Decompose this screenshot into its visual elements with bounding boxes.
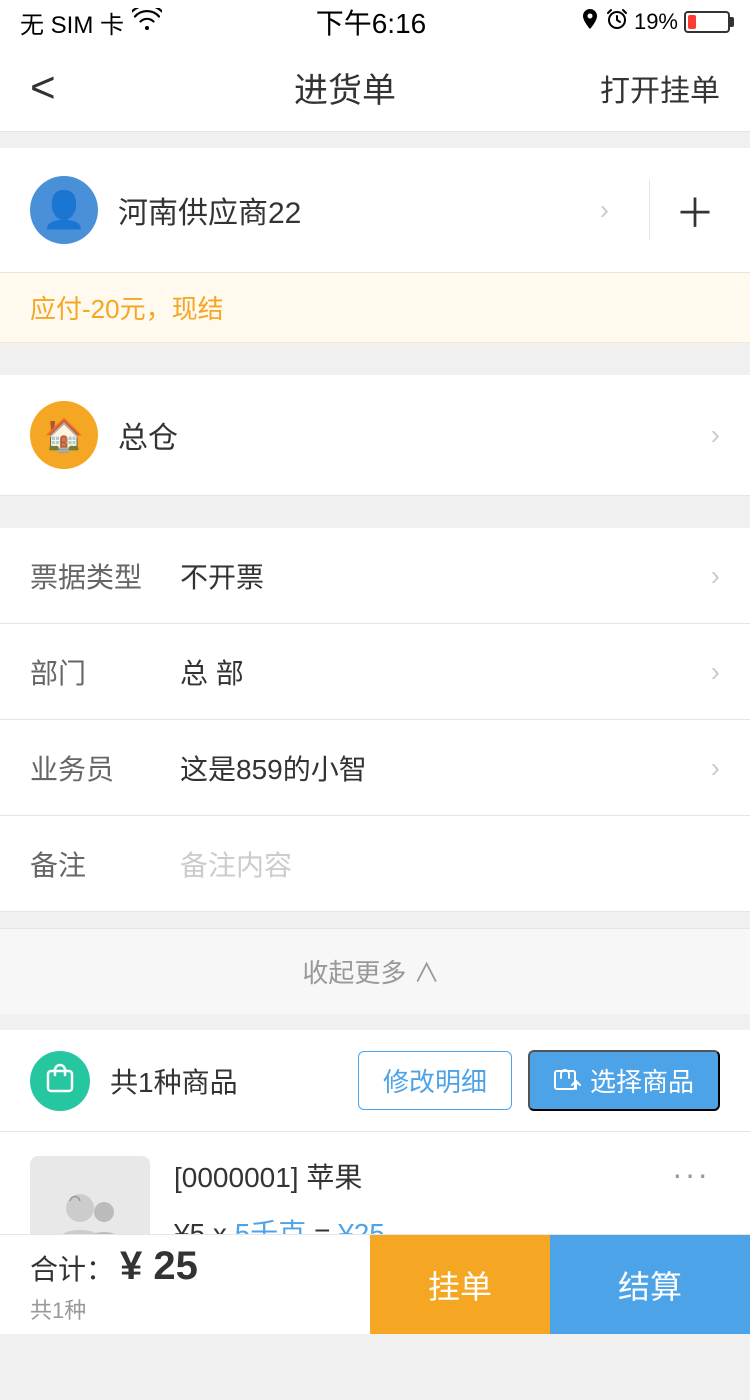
collapse-label: 收起更多 ∧ [302, 953, 439, 990]
goods-icon-wrap [30, 1051, 90, 1111]
remark-row[interactable]: 备注 备注内容 [0, 816, 750, 912]
back-button[interactable]: < [30, 63, 90, 113]
modify-detail-button[interactable]: 修改明细 [358, 1051, 512, 1110]
status-carrier: 无 SIM 卡 [20, 5, 162, 40]
wifi-icon [132, 8, 162, 37]
pend-label: 挂单 [428, 1262, 492, 1308]
page-title: 进货单 [294, 63, 396, 112]
sales-label: 业务员 [30, 748, 150, 788]
goods-header: 共1种商品 修改明细 选择商品 [0, 1030, 750, 1132]
warehouse-section: 🏠 总仓 › [0, 375, 750, 496]
warehouse-row[interactable]: 🏠 总仓 › [0, 375, 750, 496]
status-time: 下午6:16 [316, 2, 427, 42]
status-icons: 19% [580, 8, 730, 36]
choose-goods-label: 选择商品 [590, 1062, 694, 1099]
sales-value: 这是859的小智 [150, 748, 711, 788]
remark-input[interactable]: 备注内容 [150, 844, 720, 884]
invoice-chevron-icon: › [711, 560, 720, 592]
sales-chevron-icon: › [711, 752, 720, 784]
supplier-avatar: 👤 [30, 176, 98, 244]
shopping-bag-icon [44, 1061, 76, 1100]
supplier-chevron-icon: › [600, 194, 609, 226]
dept-value: 总 部 [150, 652, 711, 692]
checkout-label: 结算 [618, 1262, 682, 1308]
divider-3 [0, 496, 750, 512]
choose-goods-button[interactable]: 选择商品 [528, 1050, 720, 1111]
pend-button[interactable]: 挂单 [370, 1235, 550, 1334]
location-icon [580, 8, 600, 36]
collapse-row[interactable]: 收起更多 ∧ [0, 928, 750, 1014]
bottom-bar: 合计： ¥ 25 共1种 挂单 结算 [0, 1234, 750, 1334]
carrier-text: 无 SIM 卡 [20, 5, 124, 40]
supplier-section: 👤 河南供应商22 › ＋ 应付-20元，现结 [0, 148, 750, 343]
nav-bar: < 进货单 打开挂单 [0, 44, 750, 132]
sales-row[interactable]: 业务员 这是859的小智 › [0, 720, 750, 816]
battery-icon [684, 11, 730, 33]
notice-text: 应付-20元，现结 [30, 294, 224, 324]
divider-2 [0, 343, 750, 359]
supplier-row[interactable]: 👤 河南供应商22 › ＋ [0, 148, 750, 273]
total-label-row: 合计： ¥ 25 [30, 1244, 340, 1289]
form-section: 票据类型 不开票 › 部门 总 部 › 业务员 这是859的小智 › 备注 备注… [0, 528, 750, 912]
goods-count-label: 共1种商品 [110, 1061, 358, 1101]
alarm-icon [606, 8, 628, 36]
remark-label: 备注 [30, 844, 150, 884]
invoice-label: 票据类型 [30, 556, 150, 596]
warehouse-chevron-icon: › [711, 419, 720, 451]
product-name: [0000001] 苹果 [174, 1156, 638, 1196]
supplier-name: 河南供应商22 [118, 188, 600, 232]
invoice-value: 不开票 [150, 556, 711, 596]
product-title: 苹果 [306, 1162, 362, 1193]
open-pending-button[interactable]: 打开挂单 [600, 66, 720, 110]
status-bar: 无 SIM 卡 下午6:16 19% [0, 0, 750, 44]
checkout-button[interactable]: 结算 [550, 1235, 750, 1334]
warehouse-icon-wrap: 🏠 [30, 401, 98, 469]
vertical-divider [649, 180, 650, 240]
notice-bar: 应付-20元，现结 [0, 273, 750, 343]
total-amount: ¥ 25 [120, 1244, 198, 1289]
person-icon: 👤 [42, 189, 87, 231]
dept-label: 部门 [30, 652, 150, 692]
warehouse-icon: 🏠 [44, 416, 84, 454]
warehouse-name: 总仓 [118, 413, 711, 457]
product-code: [0000001] [174, 1162, 306, 1193]
divider-1 [0, 132, 750, 148]
battery-text: 19% [634, 9, 678, 35]
more-options-button[interactable]: ··· [662, 1156, 720, 1193]
total-section: 合计： ¥ 25 共1种 [0, 1235, 370, 1334]
total-label-text: 合计： [30, 1248, 114, 1288]
total-sub-label: 共1种 [30, 1293, 340, 1325]
dept-row[interactable]: 部门 总 部 › [0, 624, 750, 720]
invoice-row[interactable]: 票据类型 不开票 › [0, 528, 750, 624]
add-supplier-button[interactable]: ＋ [670, 181, 720, 239]
dept-chevron-icon: › [711, 656, 720, 688]
